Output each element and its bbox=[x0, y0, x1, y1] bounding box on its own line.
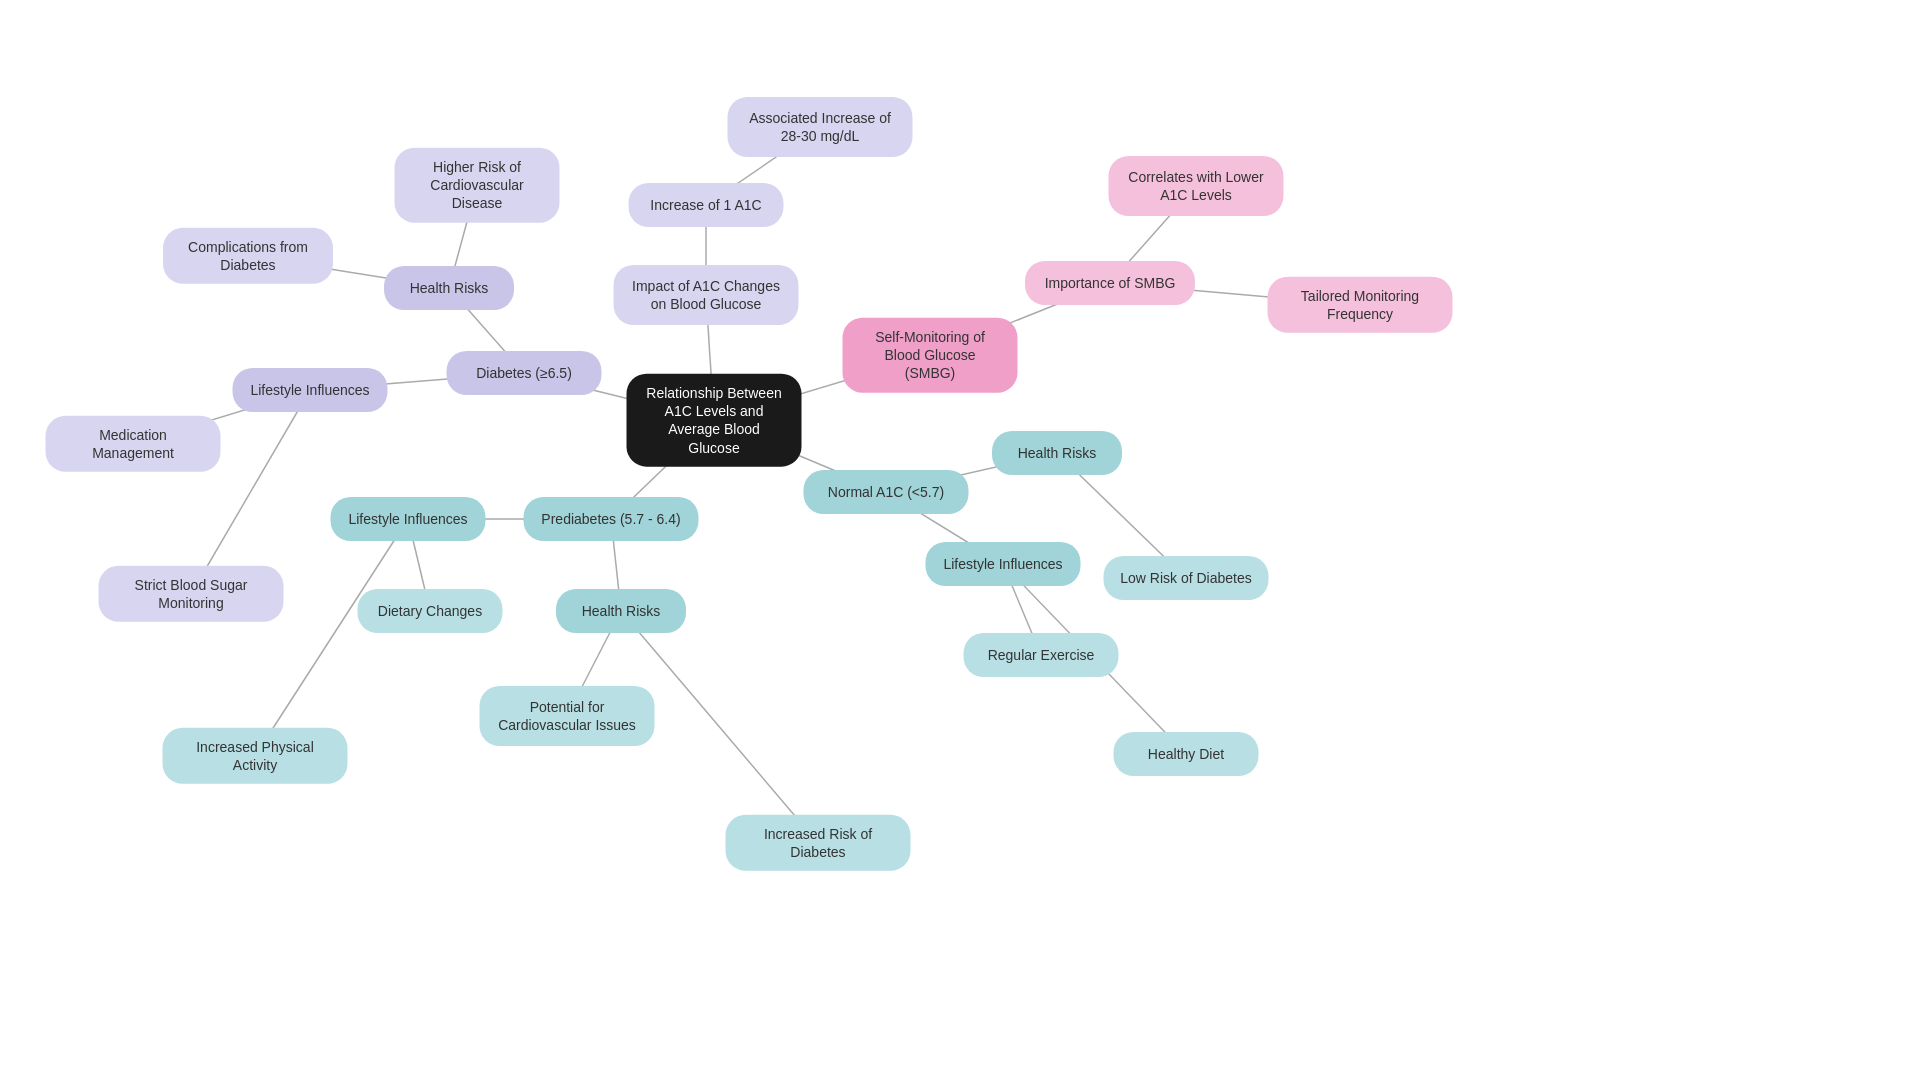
node-smbg: Self-Monitoring of Blood Glucose (SMBG) bbox=[843, 318, 1018, 393]
node-dietaryChanges: Dietary Changes bbox=[358, 589, 503, 633]
node-healthRisksDiabetes: Health Risks bbox=[384, 266, 514, 310]
node-healthRisksNormal: Health Risks bbox=[992, 431, 1122, 475]
node-impact_a1c: Impact of A1C Changes on Blood Glucose bbox=[614, 265, 799, 325]
node-lifestyleInfluencesDiabetes: Lifestyle Influences bbox=[233, 368, 388, 412]
node-increasedRiskDiabetes: Increased Risk of Diabetes bbox=[726, 815, 911, 871]
node-prediabetes: Prediabetes (5.7 - 6.4) bbox=[524, 497, 699, 541]
node-normalA1C: Normal A1C (<5.7) bbox=[804, 470, 969, 514]
node-potentialCardiovascular: Potential for Cardiovascular Issues bbox=[480, 686, 655, 746]
node-healthyDiet: Healthy Diet bbox=[1114, 732, 1259, 776]
node-associatedIncrease: Associated Increase of 28-30 mg/dL bbox=[728, 97, 913, 157]
node-correlatesLowerA1C: Correlates with Lower A1C Levels bbox=[1109, 156, 1284, 216]
node-lifestyleInfluencesNormal: Lifestyle Influences bbox=[926, 542, 1081, 586]
node-lifestyleInfluencesPrediabetes: Lifestyle Influences bbox=[331, 497, 486, 541]
node-lowRiskDiabetes: Low Risk of Diabetes bbox=[1104, 556, 1269, 600]
mind-map-container: Relationship Between A1C Levels and Aver… bbox=[0, 0, 1920, 1083]
node-regularExercise: Regular Exercise bbox=[964, 633, 1119, 677]
svg-line-13 bbox=[255, 519, 408, 756]
node-higherRiskCardio: Higher Risk of Cardiovascular Disease bbox=[395, 148, 560, 223]
node-tailoredMonitoring: Tailored Monitoring Frequency bbox=[1268, 277, 1453, 333]
node-diabetes: Diabetes (≥6.5) bbox=[447, 351, 602, 395]
node-complicationsDiabetes: Complications from Diabetes bbox=[163, 228, 333, 284]
node-strictBloodSugar: Strict Blood Sugar Monitoring bbox=[99, 566, 284, 622]
node-center: Relationship Between A1C Levels and Aver… bbox=[627, 374, 802, 467]
node-increasedPhysicalActivity: Increased Physical Activity bbox=[163, 728, 348, 784]
node-importanceSMBG: Importance of SMBG bbox=[1025, 261, 1195, 305]
node-medicationMgmt: Medication Management bbox=[46, 416, 221, 472]
node-increaseOf1A1C: Increase of 1 A1C bbox=[629, 183, 784, 227]
node-healthRisksPrediabetes: Health Risks bbox=[556, 589, 686, 633]
